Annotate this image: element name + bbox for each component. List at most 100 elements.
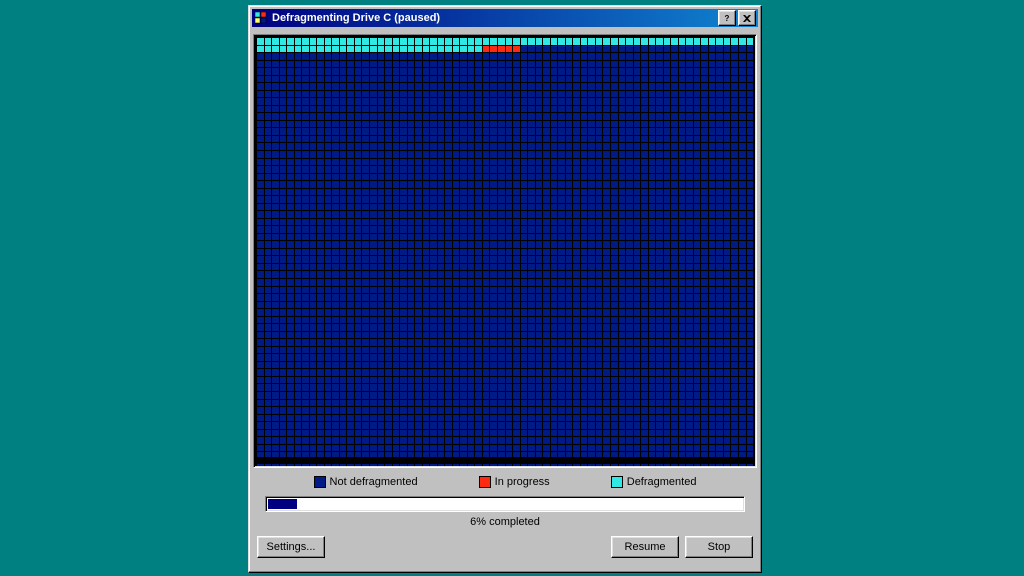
cluster-cell xyxy=(295,430,302,437)
cluster-cell xyxy=(325,106,332,113)
cluster-cell xyxy=(468,467,475,468)
cluster-cell xyxy=(739,249,746,256)
cluster-cell xyxy=(317,354,324,361)
cluster-cell xyxy=(656,166,663,173)
cluster-cell xyxy=(543,347,550,354)
cluster-cell xyxy=(370,249,377,256)
cluster-cell xyxy=(310,68,317,75)
cluster-cell xyxy=(393,332,400,339)
cluster-cell xyxy=(506,211,513,218)
cluster-cell xyxy=(551,332,558,339)
cluster-cell xyxy=(423,430,430,437)
cluster-cell xyxy=(573,347,580,354)
cluster-cell xyxy=(701,174,708,181)
cluster-cell xyxy=(573,143,580,150)
cluster-cell xyxy=(634,271,641,278)
cluster-cell xyxy=(626,249,633,256)
cluster-cell xyxy=(340,226,347,233)
cluster-cell xyxy=(747,196,754,203)
cluster-cell xyxy=(513,234,520,241)
resume-button[interactable]: Resume xyxy=(611,536,679,558)
title-bar[interactable]: Defragmenting Drive C (paused) ? xyxy=(252,9,758,27)
cluster-cell xyxy=(468,347,475,354)
cluster-cell xyxy=(656,287,663,294)
cluster-cell xyxy=(603,317,610,324)
cluster-cell xyxy=(694,189,701,196)
cluster-cell xyxy=(536,46,543,53)
cluster-cell xyxy=(626,166,633,173)
cluster-cell xyxy=(265,204,272,211)
cluster-cell xyxy=(400,151,407,158)
cluster-cell xyxy=(506,174,513,181)
cluster-cell xyxy=(295,309,302,316)
cluster-cell xyxy=(325,174,332,181)
cluster-cell xyxy=(265,324,272,331)
cluster-cell xyxy=(355,181,362,188)
cluster-cell xyxy=(332,249,339,256)
cluster-cell xyxy=(536,369,543,376)
cluster-cell xyxy=(521,76,528,83)
cluster-cell xyxy=(393,136,400,143)
cluster-cell xyxy=(295,189,302,196)
cluster-cell xyxy=(355,302,362,309)
cluster-cell xyxy=(257,211,264,218)
cluster-cell xyxy=(325,76,332,83)
cluster-cell xyxy=(521,332,528,339)
cluster-cell xyxy=(588,256,595,263)
close-button[interactable] xyxy=(738,10,756,26)
cluster-cell xyxy=(490,407,497,414)
cluster-cell xyxy=(453,113,460,120)
cluster-cell xyxy=(679,113,686,120)
cluster-cell xyxy=(716,271,723,278)
cluster-cell xyxy=(393,377,400,384)
cluster-cell xyxy=(415,196,422,203)
cluster-cell xyxy=(362,317,369,324)
cluster-cell xyxy=(619,53,626,60)
cluster-cell xyxy=(347,430,354,437)
cluster-cell xyxy=(566,332,573,339)
cluster-cell xyxy=(513,189,520,196)
cluster-cell xyxy=(378,324,385,331)
cluster-cell xyxy=(272,211,279,218)
cluster-cell xyxy=(347,91,354,98)
cluster-cell xyxy=(332,234,339,241)
cluster-cell xyxy=(641,38,648,45)
cluster-cell xyxy=(521,392,528,399)
cluster-cell xyxy=(619,467,626,468)
cluster-cell xyxy=(513,219,520,226)
cluster-cell xyxy=(332,166,339,173)
cluster-cell xyxy=(347,234,354,241)
stop-button[interactable]: Stop xyxy=(685,536,753,558)
cluster-cell xyxy=(475,241,482,248)
cluster-cell xyxy=(724,279,731,286)
cluster-cell xyxy=(460,271,467,278)
cluster-cell xyxy=(257,279,264,286)
cluster-cell xyxy=(310,196,317,203)
cluster-cell xyxy=(521,324,528,331)
cluster-cell xyxy=(430,46,437,53)
settings-button[interactable]: Settings... xyxy=(257,536,325,558)
cluster-cell xyxy=(709,241,716,248)
cluster-cell xyxy=(408,445,415,452)
cluster-cell xyxy=(716,264,723,271)
cluster-cell xyxy=(664,226,671,233)
cluster-cell xyxy=(619,324,626,331)
cluster-cell xyxy=(611,332,618,339)
cluster-cell xyxy=(423,226,430,233)
cluster-cell xyxy=(731,226,738,233)
cluster-cell xyxy=(370,234,377,241)
cluster-cell xyxy=(701,98,708,105)
cluster-cell xyxy=(438,302,445,309)
cluster-cell xyxy=(393,249,400,256)
cluster-cell xyxy=(603,151,610,158)
cluster-cell xyxy=(536,204,543,211)
cluster-cell xyxy=(370,38,377,45)
cluster-cell xyxy=(634,332,641,339)
help-button[interactable]: ? xyxy=(718,10,736,26)
cluster-cell xyxy=(468,279,475,286)
cluster-cell xyxy=(325,302,332,309)
cluster-cell xyxy=(385,302,392,309)
cluster-cell xyxy=(596,106,603,113)
cluster-cell xyxy=(438,309,445,316)
cluster-cell xyxy=(596,128,603,135)
